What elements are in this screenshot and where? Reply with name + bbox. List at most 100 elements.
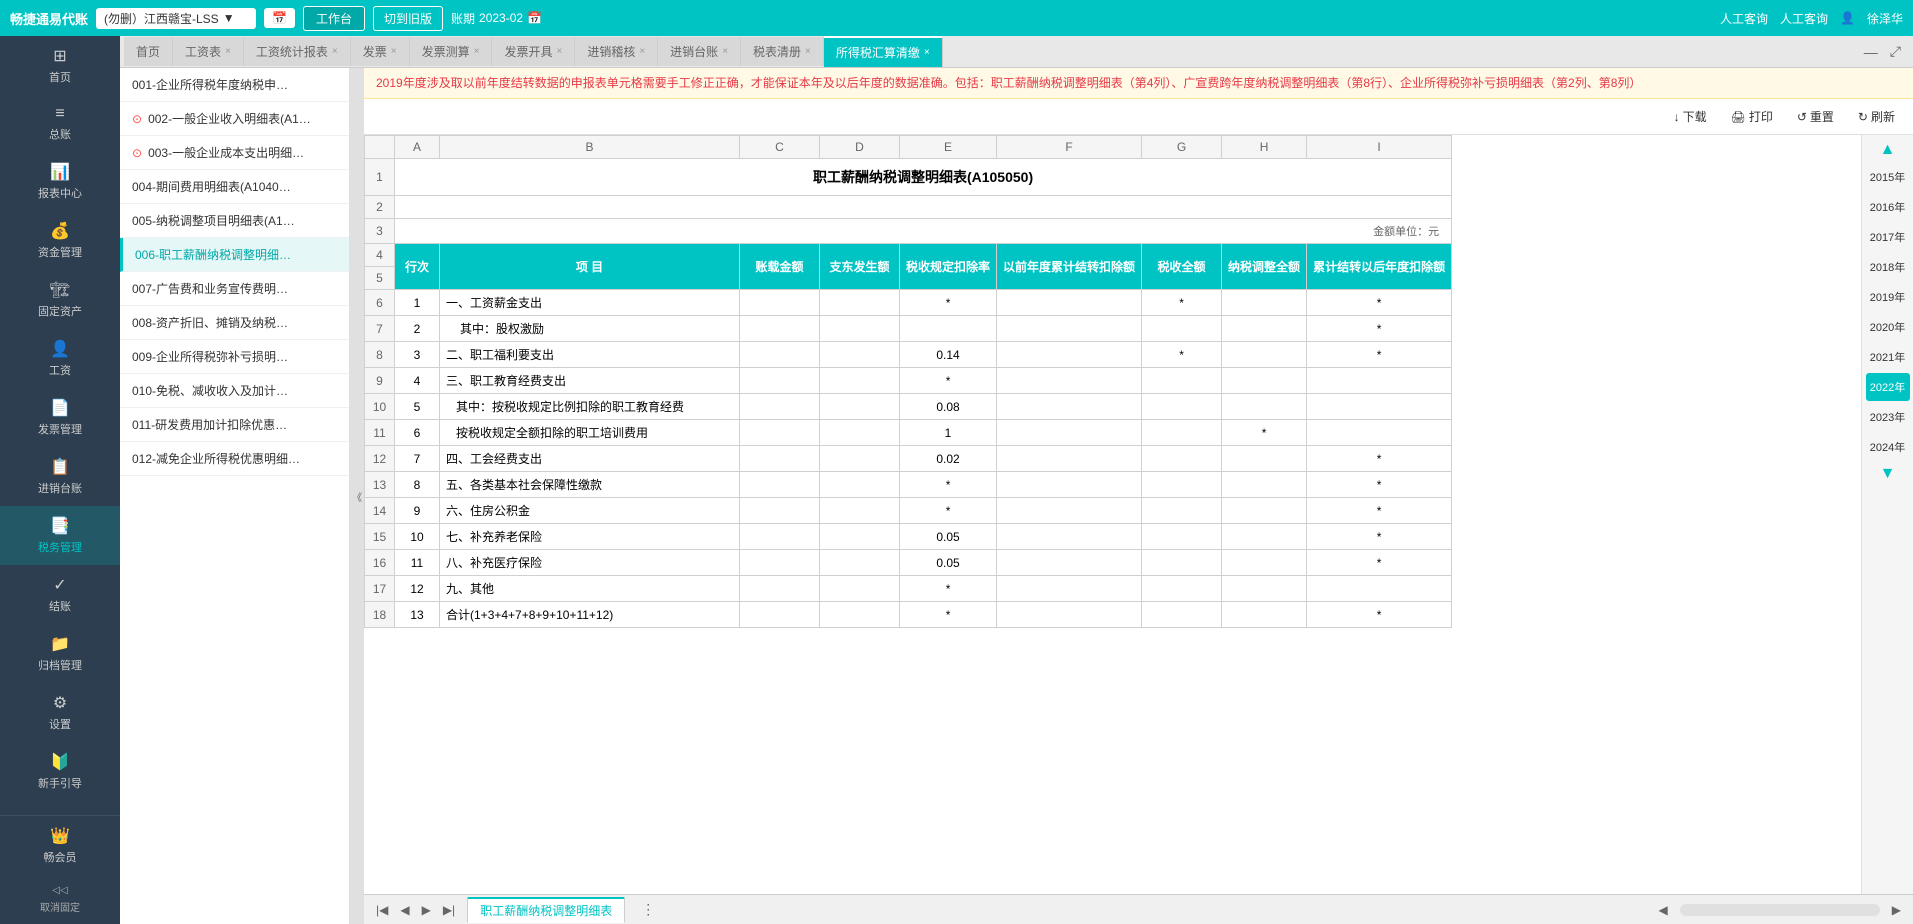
- year-2022[interactable]: 2022年: [1866, 373, 1910, 401]
- tab-income-tax[interactable]: 所得税汇算清缴 ×: [824, 36, 943, 67]
- reset-button[interactable]: ↺ 重置: [1791, 105, 1840, 128]
- tab-sales-audit[interactable]: 进销稽核 ×: [575, 37, 658, 66]
- collapse-panel-button[interactable]: 《: [350, 68, 364, 924]
- corner-cell: [365, 136, 395, 159]
- tab-close-icon[interactable]: ×: [556, 46, 562, 57]
- sheet-tab-payroll[interactable]: 职工薪酬纳税调整明细表: [467, 897, 625, 923]
- calendar-icon[interactable]: 📅: [527, 11, 542, 25]
- tab-tax-book[interactable]: 税表清册 ×: [741, 37, 824, 66]
- header-f: 以前年度累计结转扣除额: [997, 244, 1142, 290]
- tab-close-icon[interactable]: ×: [391, 46, 397, 57]
- sheet-options-icon[interactable]: ⋮: [641, 901, 655, 918]
- tab-invoice-open[interactable]: 发票开具 ×: [492, 37, 575, 66]
- tab-minimize-btn[interactable]: —: [1860, 42, 1882, 62]
- tab-home[interactable]: 首页: [124, 37, 173, 66]
- year-2015[interactable]: 2015年: [1866, 163, 1910, 191]
- tab-payroll-report[interactable]: 工资统计报表 ×: [244, 37, 351, 66]
- scroll-left-btn[interactable]: ◀: [1655, 901, 1672, 919]
- tab-bar-right: — ⤢: [1860, 41, 1913, 62]
- tab-sales-ledger[interactable]: 进销台账 ×: [658, 37, 741, 66]
- tab-invoice-calc[interactable]: 发票测算 ×: [410, 37, 493, 66]
- sidebar-item-member[interactable]: 👑 畅会员: [0, 815, 120, 875]
- col-b: B: [440, 136, 740, 159]
- sheet-prev-btn[interactable]: ◀: [396, 901, 413, 919]
- col-c: C: [740, 136, 820, 159]
- workbench-button[interactable]: 工作台: [303, 6, 365, 31]
- sidebar-item-tax-mgmt[interactable]: 📑 税务管理: [0, 506, 120, 565]
- year-2016[interactable]: 2016年: [1866, 193, 1910, 221]
- year-2021[interactable]: 2021年: [1866, 343, 1910, 371]
- tab-invoice[interactable]: 发票 ×: [351, 37, 410, 66]
- sidebar-item-archive[interactable]: 📁 归档管理: [0, 624, 120, 683]
- left-panel-item-005[interactable]: 005-纳税调整项目明细表(A1…: [120, 204, 349, 238]
- warning-text: 2019年度涉及取以前年度结转数据的申报表单元格需要手工修正正确，才能保证本年及…: [376, 76, 1641, 90]
- customer-service[interactable]: 人工客询: [1720, 10, 1768, 27]
- horizontal-scrollbar[interactable]: [1680, 904, 1880, 916]
- sidebar-item-guide[interactable]: 🔰 新手引导: [0, 742, 120, 801]
- sidebar-item-settings[interactable]: ⚙ 设置: [0, 683, 120, 742]
- left-panel-item-011[interactable]: 011-研发费用加计扣除优惠…: [120, 408, 349, 442]
- year-2019[interactable]: 2019年: [1866, 283, 1910, 311]
- download-button[interactable]: ↓ 下载: [1668, 105, 1713, 128]
- year-2017[interactable]: 2017年: [1866, 223, 1910, 251]
- tab-close-icon[interactable]: ×: [225, 46, 231, 57]
- sheet-next-btn[interactable]: ▶: [418, 901, 435, 919]
- user-avatar[interactable]: 👤: [1840, 11, 1855, 25]
- year-2024[interactable]: 2024年: [1866, 433, 1910, 461]
- sidebar-item-label: 畅会员: [44, 849, 77, 865]
- calendar-icon-btn[interactable]: 📅: [264, 8, 295, 28]
- left-panel-item-010[interactable]: 010-免税、减收收入及加计…: [120, 374, 349, 408]
- year-2023[interactable]: 2023年: [1866, 403, 1910, 431]
- sidebar-item-label: 资金管理: [38, 244, 82, 260]
- table-wrapper[interactable]: A B C D E F G H I: [364, 135, 1861, 894]
- header-d: 支东发生额: [820, 244, 900, 290]
- sidebar-item-payroll[interactable]: 👤 工资: [0, 329, 120, 388]
- sidebar-item-report[interactable]: 📊 报表中心: [0, 152, 120, 211]
- scroll-right-btn[interactable]: ▶: [1888, 901, 1905, 919]
- table-row: 11 6 按税收规定全额扣除的职工培训费用 1 *: [365, 420, 1452, 446]
- tab-label: 发票测算: [422, 43, 470, 60]
- left-panel-item-003[interactable]: ⊙ 003-一般企业成本支出明细…: [120, 136, 349, 170]
- year-2018[interactable]: 2018年: [1866, 253, 1910, 281]
- tab-close-icon[interactable]: ×: [805, 46, 811, 57]
- tab-close-icon[interactable]: ×: [924, 47, 930, 58]
- tab-close-icon[interactable]: ×: [474, 46, 480, 57]
- left-panel-item-008[interactable]: 008-资产折旧、摊销及纳税…: [120, 306, 349, 340]
- sidebar-item-fixed-asset[interactable]: 🏗 固定资产: [0, 270, 120, 329]
- sheet-last-btn[interactable]: ▶|: [439, 901, 459, 919]
- left-panel-item-006[interactable]: 006-职工薪酬纳税调整明细…: [120, 238, 349, 272]
- tab-maximize-btn[interactable]: ⤢: [1886, 41, 1905, 62]
- print-button[interactable]: 🖨 打印: [1725, 105, 1779, 128]
- left-panel-item-009[interactable]: 009-企业所得税弥补亏损明…: [120, 340, 349, 374]
- sidebar-item-invoice-mgmt[interactable]: 📄 发票管理: [0, 388, 120, 447]
- year-2020[interactable]: 2020年: [1866, 313, 1910, 341]
- tab-close-icon[interactable]: ×: [332, 46, 338, 57]
- left-panel-item-012[interactable]: 012-减免企业所得税优惠明细…: [120, 442, 349, 476]
- tab-close-icon[interactable]: ×: [639, 46, 645, 57]
- sidebar-item-label: 设置: [49, 716, 71, 732]
- sidebar-item-ledger[interactable]: ≡ 总账: [0, 95, 120, 152]
- sidebar-item-home[interactable]: ⊞ 首页: [0, 36, 120, 95]
- company-selector[interactable]: (勿删）江西赣宝-LSS ▼: [96, 8, 256, 29]
- left-panel-item-004[interactable]: 004-期间费用明细表(A1040…: [120, 170, 349, 204]
- tab-close-icon[interactable]: ×: [722, 46, 728, 57]
- col-d: D: [820, 136, 900, 159]
- left-panel-item-001[interactable]: 001-企业所得税年度纳税申…: [120, 68, 349, 102]
- header-h: 纳税调整全额: [1222, 244, 1307, 290]
- year-scroll-down[interactable]: ▼: [1878, 463, 1898, 485]
- item-label: 012-减免企业所得税优惠明细…: [132, 450, 300, 467]
- sidebar: ⊞ 首页 ≡ 总账 📊 报表中心 💰 资金管理 🏗 固定资产 👤 工资: [0, 36, 120, 924]
- refresh-button[interactable]: ↻ 刷新: [1852, 105, 1901, 128]
- left-panel-item-002[interactable]: ⊙ 002-一般企业收入明细表(A1…: [120, 102, 349, 136]
- table-row: 17 12 九、其他 *: [365, 576, 1452, 602]
- year-scroll-up[interactable]: ▲: [1878, 139, 1898, 161]
- company-name: (勿删）江西赣宝-LSS: [104, 10, 219, 27]
- sheet-first-btn[interactable]: |◀: [372, 901, 392, 919]
- sidebar-item-asset-mgmt[interactable]: 💰 资金管理: [0, 211, 120, 270]
- sidebar-item-sales-purchase[interactable]: 📋 进销台账: [0, 447, 120, 506]
- left-panel-item-007[interactable]: 007-广告费和业务宣传费明…: [120, 272, 349, 306]
- oldver-button[interactable]: 切到旧版: [373, 6, 443, 31]
- sidebar-item-close[interactable]: ✓ 结账: [0, 565, 120, 624]
- tab-payroll[interactable]: 工资表 ×: [173, 37, 244, 66]
- sidebar-item-unpin[interactable]: ◁◁ 取消固定: [0, 875, 120, 924]
